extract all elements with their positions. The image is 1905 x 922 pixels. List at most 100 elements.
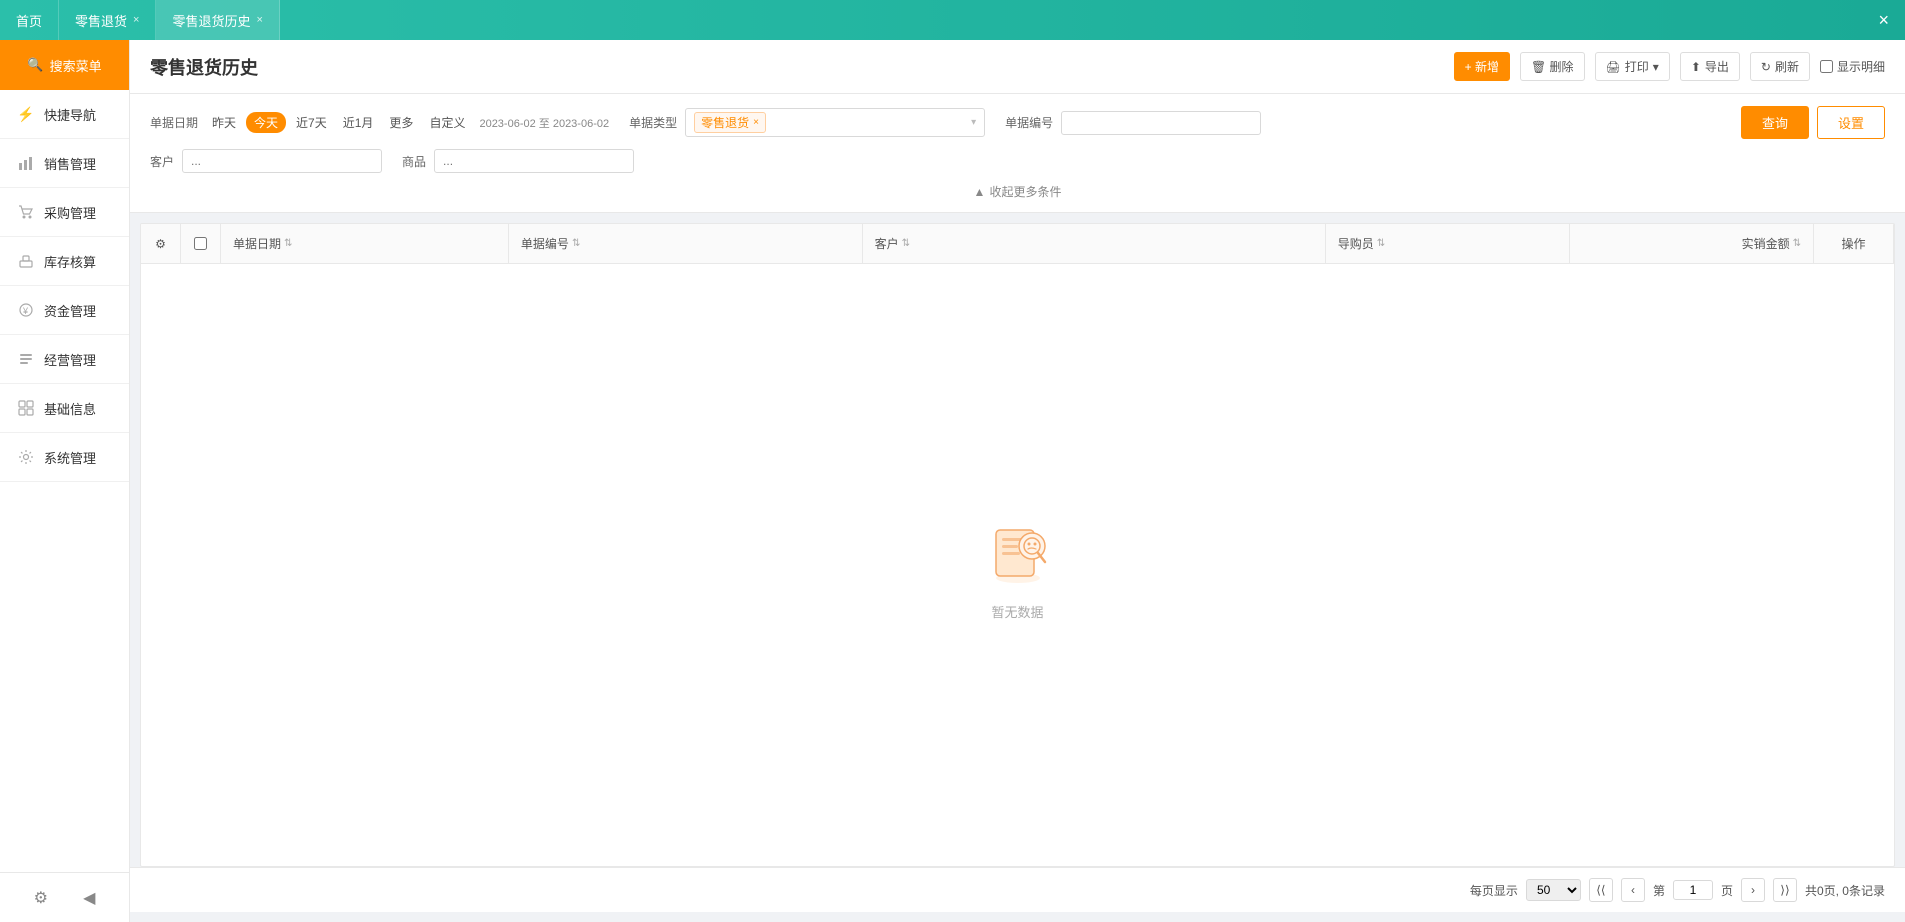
column-settings-icon[interactable]: ⚙: [155, 237, 166, 251]
page-label: 第: [1653, 882, 1665, 899]
th-action-label: 操作: [1841, 235, 1865, 252]
collapse-label: 收起更多条件: [989, 183, 1061, 200]
sidebar-item-sales-label: 销售管理: [44, 154, 96, 173]
th-checkbox[interactable]: [181, 224, 221, 263]
th-customer[interactable]: 客户 ⇅: [863, 224, 1326, 263]
th-guide[interactable]: 导购员 ⇅: [1326, 224, 1570, 263]
th-date[interactable]: 单据日期 ⇅: [221, 224, 509, 263]
sidebar-footer: ⚙ ◀: [0, 872, 129, 922]
th-customer-sort-icon: ⇅: [902, 238, 910, 249]
sidebar-item-inventory[interactable]: 库存核算: [0, 237, 129, 286]
main-layout: 🔍 搜索菜单 ⚡ 快捷导航 销售管理 采购管理 库存核算: [0, 40, 1905, 922]
goods-label: 商品: [402, 153, 426, 170]
date-btn-more[interactable]: 更多: [383, 112, 419, 133]
sidebar-item-sales[interactable]: 销售管理: [0, 139, 129, 188]
date-btn-today[interactable]: 今天: [246, 112, 286, 133]
empty-state: 暂无数据: [141, 264, 1894, 866]
topbar-tabs: 首页 零售退货 × 零售退货历史 ×: [0, 0, 1862, 40]
show-detail-checkbox[interactable]: 显示明细: [1820, 58, 1885, 75]
sidebar-item-quicknav-label: 快捷导航: [44, 105, 96, 124]
sidebar-search[interactable]: 🔍 搜索菜单: [0, 40, 129, 90]
th-settings[interactable]: ⚙: [141, 224, 181, 263]
purchase-icon: [16, 202, 36, 222]
date-btn-1month[interactable]: 近1月: [337, 112, 380, 133]
th-date-sort-icon: ⇅: [284, 238, 292, 249]
export-icon: ⬆: [1691, 60, 1701, 74]
collapse-row[interactable]: ▲ 收起更多条件: [150, 183, 1885, 200]
print-dropdown-icon: ▾: [1653, 60, 1659, 74]
delete-button[interactable]: 🗑 删除: [1520, 52, 1585, 81]
export-label: 导出: [1705, 58, 1729, 75]
voucher-no-input[interactable]: [1061, 111, 1261, 135]
sidebar-item-inventory-label: 库存核算: [44, 252, 96, 271]
goods-filter: 商品: [402, 149, 634, 173]
voucher-type-select[interactable]: 零售退货 × ▾: [685, 108, 985, 137]
page-prev-button[interactable]: ‹: [1621, 878, 1645, 902]
query-button[interactable]: 查询: [1741, 106, 1809, 139]
th-voucher[interactable]: 单据编号 ⇅: [509, 224, 863, 263]
toolbar: + 新增 🗑 删除 🖨 打印 ▾ ⬆ 导出 ↻ 刷新 显示明细: [1454, 52, 1885, 93]
customer-filter: 客户: [150, 149, 382, 173]
date-label: 单据日期: [150, 114, 198, 131]
sidebar-item-operations[interactable]: 经营管理: [0, 335, 129, 384]
sidebar-item-basic-label: 基础信息: [44, 399, 96, 418]
voucher-no-label: 单据编号: [1005, 114, 1053, 131]
goods-input[interactable]: [434, 149, 634, 173]
set-button[interactable]: 设置: [1817, 106, 1885, 139]
tab-home[interactable]: 首页: [0, 0, 59, 40]
sidebar-item-quicknav[interactable]: ⚡ 快捷导航: [0, 90, 129, 139]
settings-icon[interactable]: ⚙: [34, 888, 48, 908]
collapse-icon[interactable]: ◀: [83, 888, 95, 908]
page-number-input[interactable]: [1673, 880, 1713, 900]
tab-retail-return[interactable]: 零售退货 ×: [59, 0, 156, 40]
date-btn-custom[interactable]: 自定义: [423, 112, 471, 133]
date-filter: 单据日期 昨天 今天 近7天 近1月 更多 自定义 2023-06-02 至 2…: [150, 112, 609, 133]
voucher-type-label: 单据类型: [629, 114, 677, 131]
th-guide-sort-icon: ⇅: [1377, 238, 1385, 249]
tab-retail-return-label: 零售退货: [75, 11, 127, 30]
export-button[interactable]: ⬆ 导出: [1680, 52, 1740, 81]
filter-row-1: 单据日期 昨天 今天 近7天 近1月 更多 自定义 2023-06-02 至 2…: [150, 106, 1885, 139]
page-size-select[interactable]: 50 10 20 100: [1526, 879, 1581, 901]
svg-text:¥: ¥: [22, 306, 29, 316]
show-detail-label: 显示明细: [1837, 58, 1885, 75]
print-button[interactable]: 🖨 打印 ▾: [1595, 52, 1670, 81]
page-next-button[interactable]: ›: [1741, 878, 1765, 902]
filter-area: 单据日期 昨天 今天 近7天 近1月 更多 自定义 2023-06-02 至 2…: [130, 94, 1905, 213]
close-all-button[interactable]: ×: [1862, 10, 1905, 31]
show-detail-input[interactable]: [1820, 60, 1833, 73]
voucher-type-tag-close[interactable]: ×: [753, 117, 759, 128]
tab-retail-return-close-icon[interactable]: ×: [133, 14, 139, 26]
date-btn-yesterday[interactable]: 昨天: [206, 112, 242, 133]
page-first-button[interactable]: ⟨⟨: [1589, 878, 1613, 902]
th-guide-label: 导购员: [1338, 235, 1374, 252]
customer-label: 客户: [150, 153, 174, 170]
sidebar-item-system[interactable]: 系统管理: [0, 433, 129, 482]
tab-home-label: 首页: [16, 11, 42, 30]
refresh-button[interactable]: ↻ 刷新: [1750, 52, 1810, 81]
sales-icon: [16, 153, 36, 173]
page-unit: 页: [1721, 882, 1733, 899]
sidebar-item-basic[interactable]: 基础信息: [0, 384, 129, 433]
print-icon: 🖨: [1606, 60, 1621, 74]
th-voucher-sort-icon: ⇅: [572, 238, 580, 249]
basic-icon: [16, 398, 36, 418]
date-btn-7days[interactable]: 近7天: [290, 112, 333, 133]
new-button[interactable]: + 新增: [1454, 52, 1510, 81]
page-last-button[interactable]: ⟩⟩: [1773, 878, 1797, 902]
tab-retail-return-history[interactable]: 零售退货历史 ×: [156, 0, 279, 40]
customer-input[interactable]: [182, 149, 382, 173]
date-shortcuts: 昨天 今天 近7天 近1月 更多 自定义: [206, 112, 471, 133]
table-header: ⚙ 单据日期 ⇅ 单据编号 ⇅ 客户 ⇅: [141, 224, 1894, 264]
th-amount-sort-icon: ⇅: [1793, 238, 1801, 249]
sidebar-item-purchase[interactable]: 采购管理: [0, 188, 129, 237]
th-customer-label: 客户: [875, 235, 899, 252]
tab-retail-return-history-close-icon[interactable]: ×: [256, 14, 262, 26]
empty-text: 暂无数据: [991, 602, 1043, 621]
voucher-type-dropdown-icon: ▾: [971, 117, 976, 128]
voucher-type-filter: 单据类型 零售退货 × ▾: [629, 108, 985, 137]
select-all-checkbox[interactable]: [194, 237, 207, 250]
th-amount[interactable]: 实销金额 ⇅: [1570, 224, 1814, 263]
sidebar-item-finance[interactable]: ¥ 资金管理: [0, 286, 129, 335]
voucher-no-filter: 单据编号: [1005, 111, 1261, 135]
